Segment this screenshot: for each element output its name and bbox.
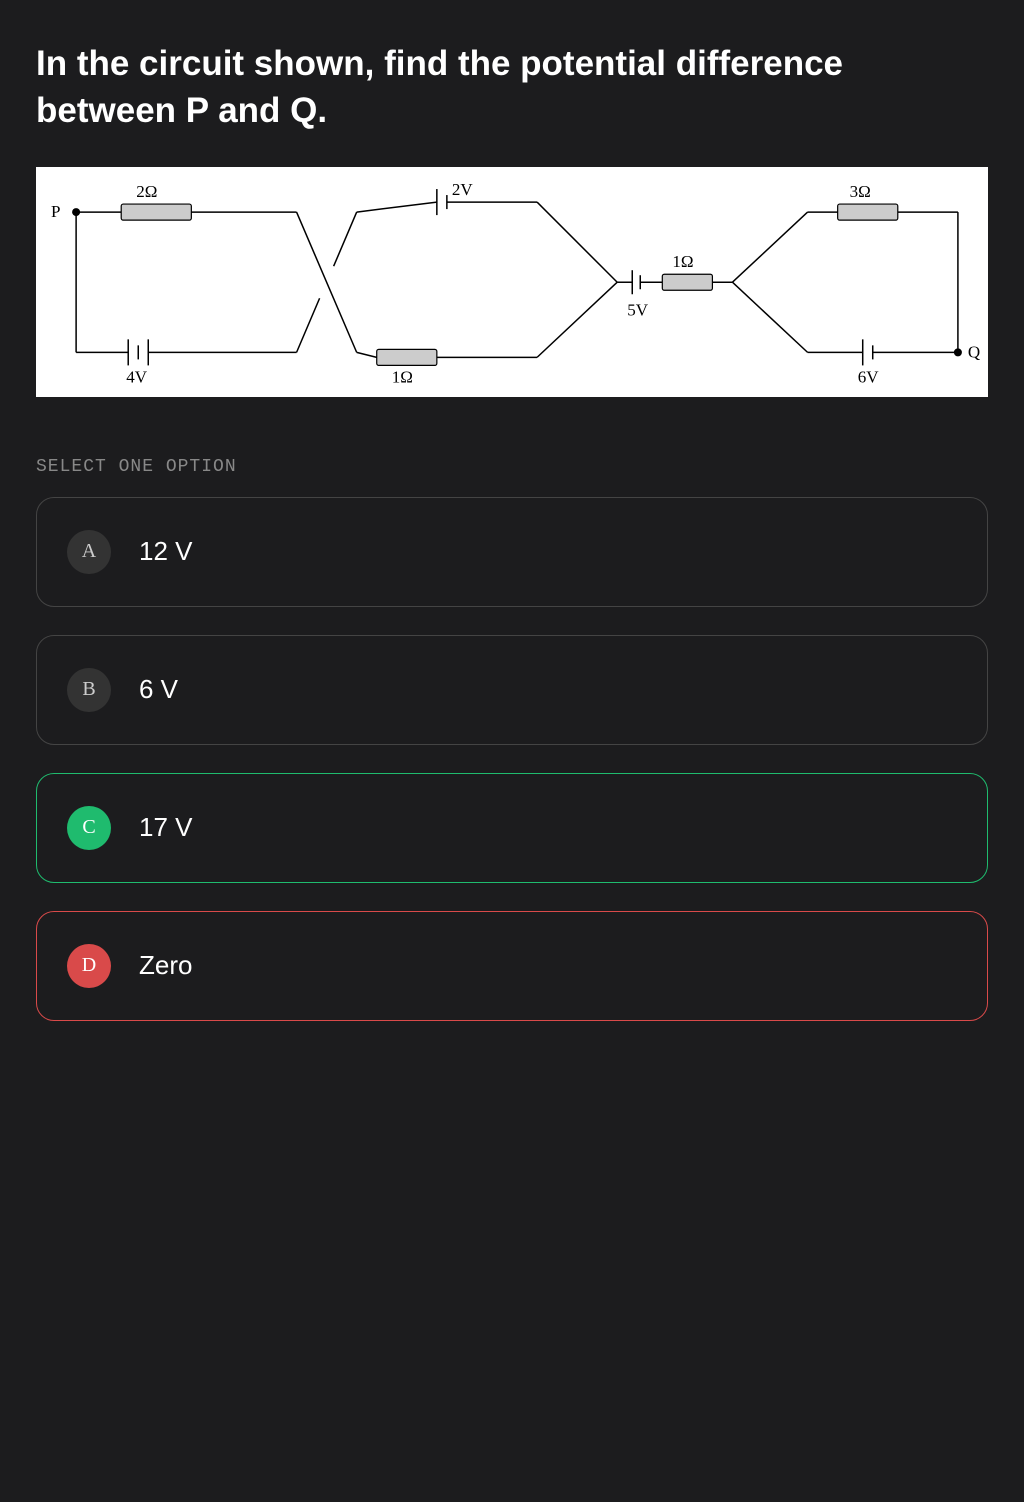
option-c[interactable]: C 17 V bbox=[36, 773, 988, 883]
node-p-label: P bbox=[51, 202, 60, 221]
option-letter: C bbox=[67, 806, 111, 850]
section-label: SELECT ONE OPTION bbox=[36, 457, 988, 477]
option-text: 6 V bbox=[139, 674, 178, 705]
option-text: Zero bbox=[139, 950, 192, 981]
question-title: In the circuit shown, find the potential… bbox=[36, 40, 988, 135]
label-r-1ohm-a: 1Ω bbox=[672, 252, 693, 271]
node-q-label: Q bbox=[968, 342, 980, 361]
option-text: 17 V bbox=[139, 812, 193, 843]
label-r-1ohm-b: 1Ω bbox=[392, 367, 413, 386]
label-v-5v: 5V bbox=[627, 300, 649, 319]
circuit-diagram: .wire { stroke:#000; stroke-width:1.5; f… bbox=[36, 167, 988, 397]
label-v-2v: 2V bbox=[452, 180, 474, 199]
option-b[interactable]: B 6 V bbox=[36, 635, 988, 745]
label-r-3ohm: 3Ω bbox=[850, 182, 871, 201]
option-d[interactable]: D Zero bbox=[36, 911, 988, 1021]
option-letter: A bbox=[67, 530, 111, 574]
option-text: 12 V bbox=[139, 536, 193, 567]
label-v-4v: 4V bbox=[126, 367, 148, 386]
label-v-6v: 6V bbox=[858, 367, 880, 386]
option-a[interactable]: A 12 V bbox=[36, 497, 988, 607]
label-r-2ohm: 2Ω bbox=[136, 182, 157, 201]
option-letter: D bbox=[67, 944, 111, 988]
option-letter: B bbox=[67, 668, 111, 712]
